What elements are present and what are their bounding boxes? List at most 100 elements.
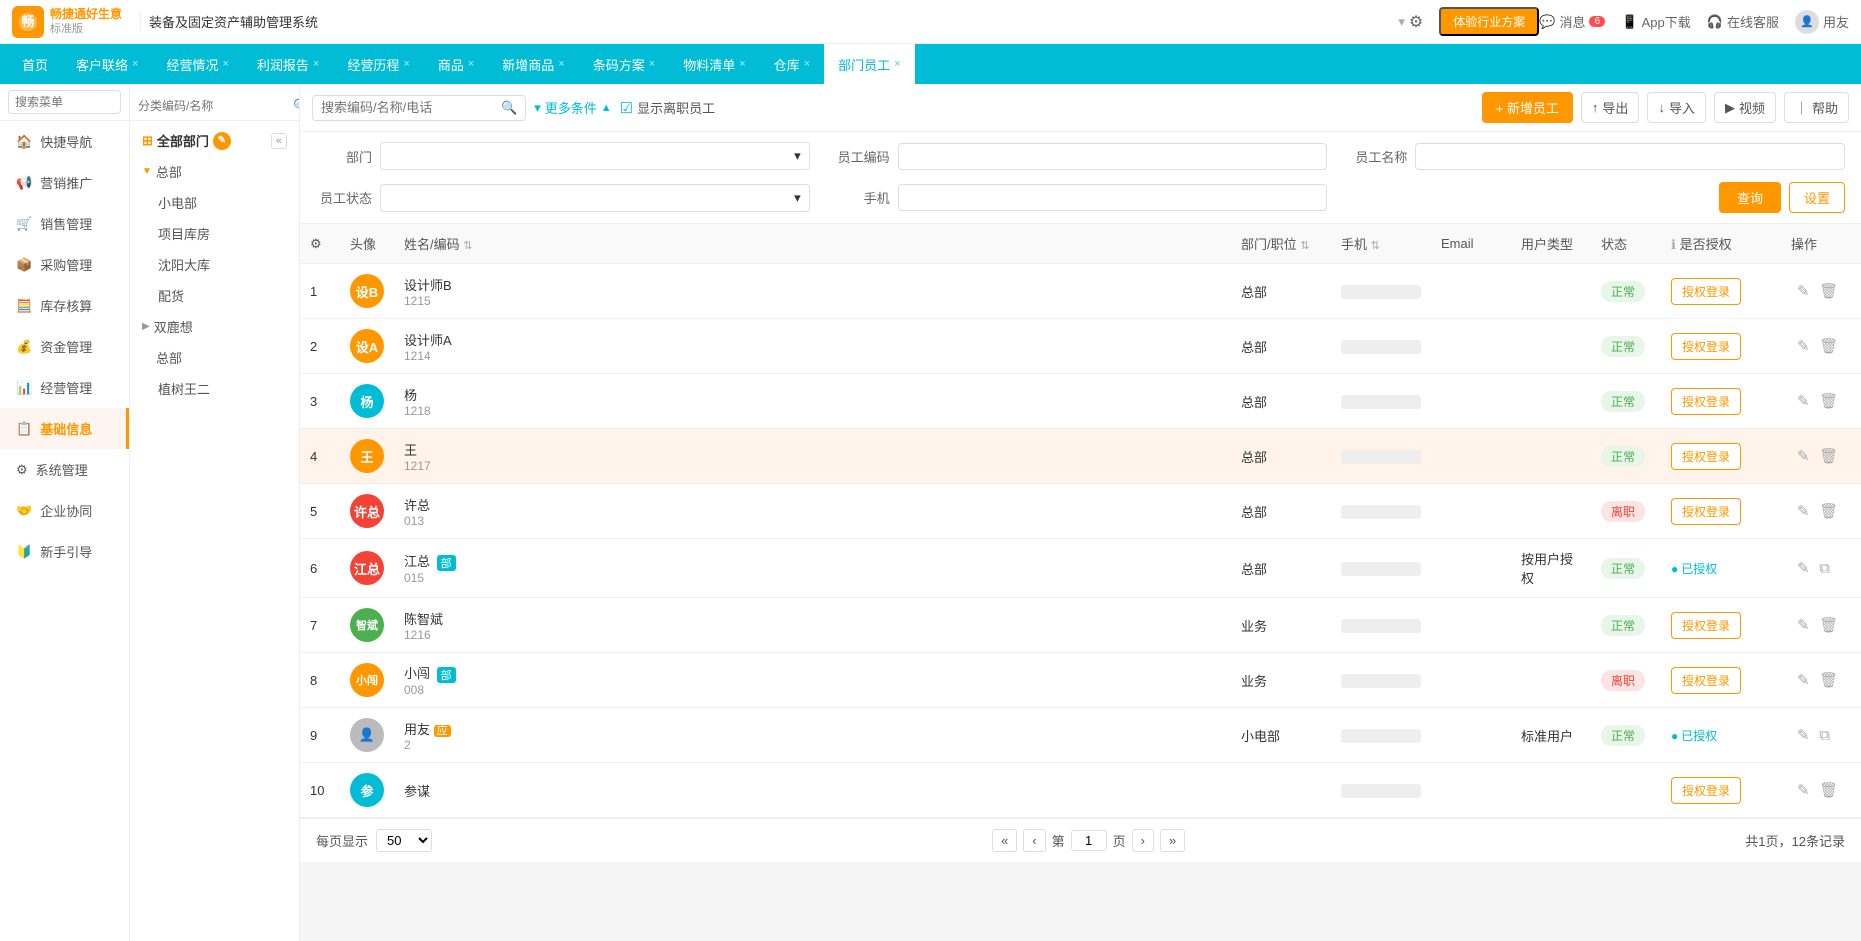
col-settings[interactable]: ⚙	[300, 224, 340, 264]
auth-btn[interactable]: 授权登录	[1671, 278, 1741, 305]
col-name[interactable]: 姓名/编码 ⇅	[394, 224, 1231, 264]
delete-icon[interactable]: 🗑	[1819, 283, 1838, 300]
auth-btn[interactable]: 授权登录	[1671, 777, 1741, 804]
dept-sub-project[interactable]: 项目库房	[130, 218, 299, 249]
sidebar-item-finance[interactable]: 💰 资金管理	[0, 326, 129, 367]
dept-search-input[interactable]	[138, 99, 293, 113]
edit-icon[interactable]: ✎	[1797, 448, 1810, 465]
delete-icon[interactable]: 🗑	[1819, 448, 1838, 465]
sidebar-item-collab[interactable]: 🤝 企业协同	[0, 490, 129, 531]
nav-item-customer[interactable]: 客户联络 ×	[62, 44, 152, 84]
nav-close-customer[interactable]: ×	[132, 58, 138, 70]
edit-icon[interactable]: ✎	[1797, 617, 1810, 634]
sidebar-item-business[interactable]: 📊 经营管理	[0, 367, 129, 408]
set-btn[interactable]: 设置	[1789, 182, 1845, 213]
edit-icon[interactable]: ✎	[1797, 503, 1810, 520]
auth-info-icon[interactable]: ℹ	[1671, 237, 1676, 252]
first-page-btn[interactable]: «	[992, 829, 1017, 852]
nav-close-history[interactable]: ×	[403, 58, 409, 70]
edit-icon[interactable]: ✎	[1797, 782, 1810, 799]
nav-item-home[interactable]: 首页	[8, 44, 62, 84]
nav-close-addgoods[interactable]: ×	[558, 58, 564, 70]
last-page-btn[interactable]: »	[1160, 829, 1185, 852]
sidebar-item-guide[interactable]: 🔰 新手引导	[0, 531, 129, 572]
nav-item-barcode[interactable]: 条码方案 ×	[579, 44, 669, 84]
delete-icon[interactable]: 🗑	[1819, 782, 1838, 799]
title-dropdown-icon[interactable]: ▾	[1398, 14, 1405, 30]
dept-sub-xiaodian[interactable]: 小电部	[130, 187, 299, 218]
dept-sub-delivery[interactable]: 配货	[130, 280, 299, 311]
nav-close-bom[interactable]: ×	[739, 58, 745, 70]
nav-item-warehouse[interactable]: 仓库 ×	[760, 44, 824, 84]
empcode-filter-input[interactable]	[898, 143, 1328, 170]
edit-icon[interactable]: ✎	[1797, 393, 1810, 410]
edit-icon[interactable]: ✎	[1797, 338, 1810, 355]
sidebar-item-inventory[interactable]: 🧮 库存核算	[0, 285, 129, 326]
sidebar-item-basic[interactable]: 📋 基础信息	[0, 408, 129, 449]
video-btn[interactable]: ▶ 视频	[1714, 92, 1776, 123]
nav-item-employee[interactable]: 部门员工 ×	[824, 44, 914, 84]
trial-btn[interactable]: 体验行业方案	[1439, 7, 1539, 36]
nav-item-bom[interactable]: 物料清单 ×	[669, 44, 759, 84]
add-employee-btn[interactable]: + 新增员工	[1482, 92, 1573, 123]
auth-btn[interactable]: 授权登录	[1671, 667, 1741, 694]
nav-close-operation[interactable]: ×	[222, 58, 228, 70]
dept-filter-select[interactable]: ▾	[380, 142, 810, 170]
auth-btn[interactable]: 授权登录	[1671, 498, 1741, 525]
auth-btn[interactable]: 授权登录	[1671, 443, 1741, 470]
empstatus-filter-select[interactable]: ▾	[380, 184, 810, 212]
query-btn[interactable]: 查询	[1719, 182, 1781, 213]
dept-sub-shenyang[interactable]: 沈阳大库	[130, 249, 299, 280]
nav-close-barcode[interactable]: ×	[649, 58, 655, 70]
help-btn[interactable]: ｜ 帮助	[1784, 92, 1849, 123]
prev-page-btn[interactable]: ‹	[1023, 829, 1045, 852]
app-download-btn[interactable]: 📱 App下载	[1621, 12, 1690, 31]
auth-btn[interactable]: 授权登录	[1671, 333, 1741, 360]
delete-icon[interactable]: 🗑	[1819, 393, 1838, 410]
nav-close-profit[interactable]: ×	[313, 58, 319, 70]
delete-icon[interactable]: 🗑	[1819, 672, 1838, 689]
export-btn[interactable]: ↑ 导出	[1581, 92, 1640, 123]
sidebar-item-system[interactable]: ⚙ 系统管理	[0, 449, 129, 490]
dept-sub-zhishu[interactable]: 植树王二	[130, 373, 299, 404]
show-disabled-toggle[interactable]: ☑ 显示离职员工	[620, 98, 715, 117]
next-page-btn[interactable]: ›	[1132, 829, 1154, 852]
col-phone[interactable]: 手机 ⇅	[1331, 224, 1431, 264]
empname-filter-input[interactable]	[1415, 143, 1845, 170]
nav-item-goods[interactable]: 商品 ×	[424, 44, 488, 84]
edit-icon[interactable]: ✎	[1797, 283, 1810, 300]
dept-collapse-btn[interactable]: «	[271, 133, 287, 149]
sidebar-item-marketing[interactable]: 📢 营销推广	[0, 162, 129, 203]
sidebar-item-nav[interactable]: 🏠 快捷导航	[0, 121, 129, 162]
nav-item-addgoods[interactable]: 新增商品 ×	[488, 44, 578, 84]
nav-item-operation[interactable]: 经营情况 ×	[152, 44, 242, 84]
nav-close-goods[interactable]: ×	[468, 58, 474, 70]
col-dept[interactable]: 部门/职位 ⇅	[1231, 224, 1331, 264]
message-btn[interactable]: 💬 消息 6	[1539, 12, 1605, 31]
sidebar-search-input[interactable]	[15, 95, 130, 109]
nav-item-history[interactable]: 经营历程 ×	[333, 44, 423, 84]
delete-icon[interactable]: 🗑	[1819, 338, 1838, 355]
nav-close-employee[interactable]: ×	[894, 58, 900, 70]
import-btn[interactable]: ↓ 导入	[1647, 92, 1706, 123]
phone-filter-input[interactable]	[898, 184, 1328, 211]
dept-tree-shuanglu[interactable]: ▶ 双鹿想	[130, 311, 299, 342]
sidebar-item-sales[interactable]: 🛒 销售管理	[0, 203, 129, 244]
auth-btn[interactable]: 授权登录	[1671, 612, 1741, 639]
edit-icon[interactable]: ✎	[1797, 560, 1810, 577]
filter-more-btn[interactable]: ▾ 更多条件 ▲	[534, 98, 611, 117]
user-btn[interactable]: 👤 用友	[1795, 10, 1849, 34]
delete-icon[interactable]: 🗑	[1819, 617, 1838, 634]
online-service-btn[interactable]: 🎧 在线客服	[1707, 12, 1779, 31]
dept-tree-root[interactable]: ▼ 总部	[130, 156, 299, 187]
edit-icon[interactable]: ✎	[1797, 672, 1810, 689]
auth-btn[interactable]: 授权登录	[1671, 388, 1741, 415]
nav-close-warehouse[interactable]: ×	[804, 58, 810, 70]
copy-icon[interactable]: ⧉	[1819, 560, 1830, 577]
dept-edit-icon[interactable]: ✎	[213, 132, 231, 150]
page-size-select[interactable]: 50 100 200	[376, 829, 432, 852]
delete-icon[interactable]: 🗑	[1819, 503, 1838, 520]
page-number-input[interactable]	[1071, 830, 1107, 851]
gear-icon[interactable]	[1409, 12, 1423, 32]
dept-tree-zongbu[interactable]: 总部	[130, 342, 299, 373]
